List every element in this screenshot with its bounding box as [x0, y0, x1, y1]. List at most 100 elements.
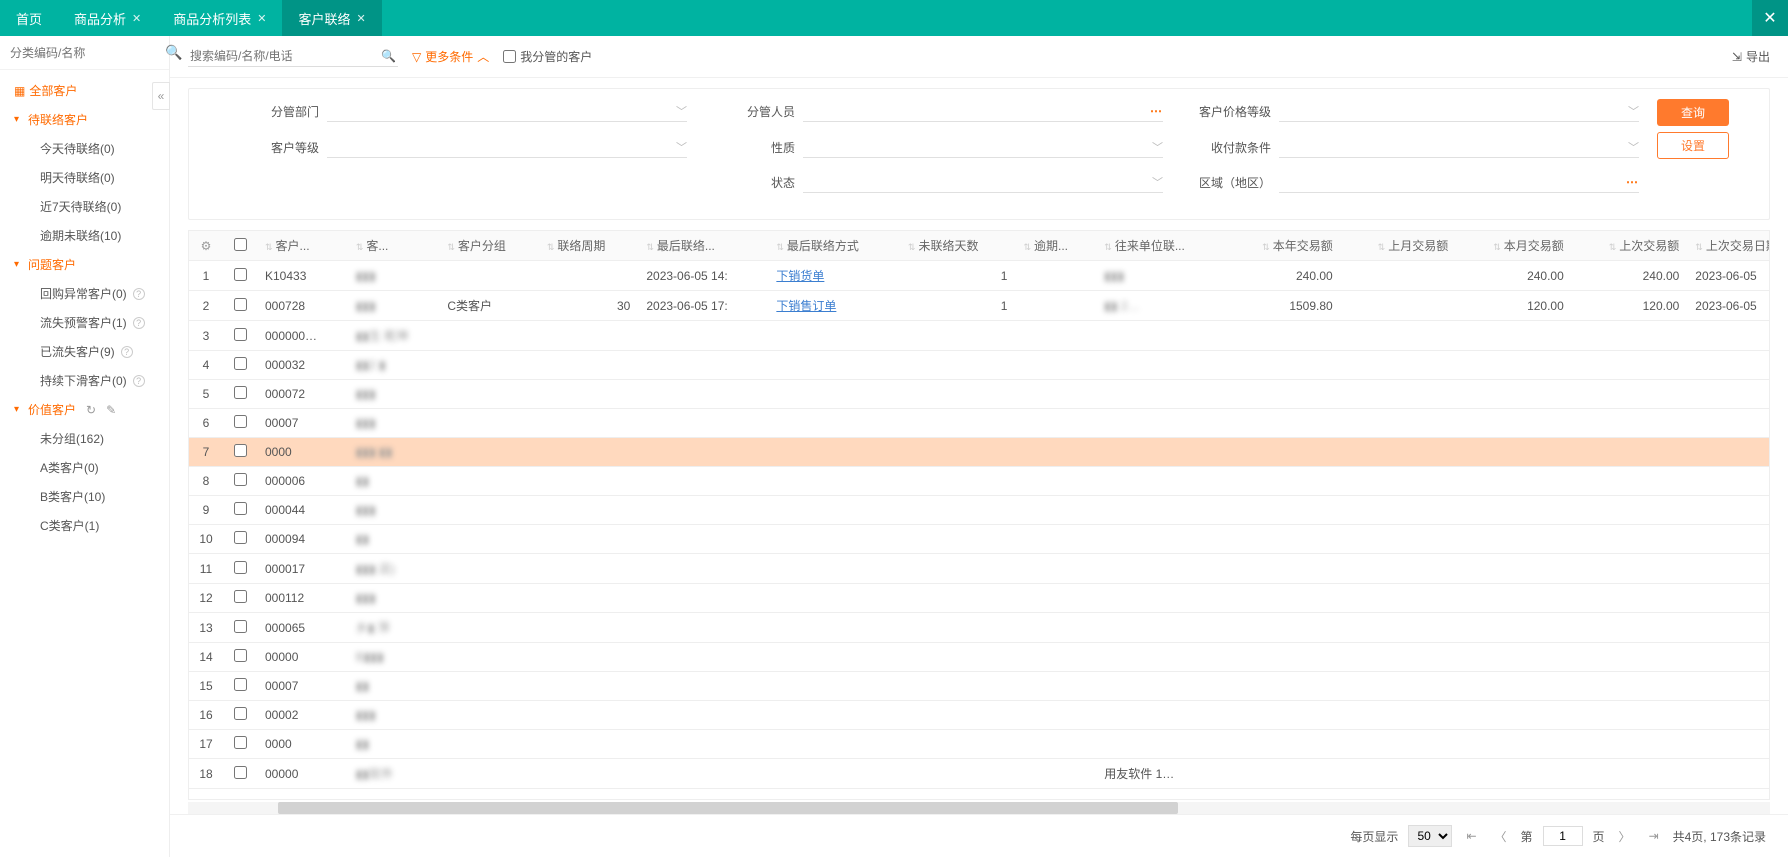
col-header[interactable]: ⚙	[189, 231, 223, 261]
page-last[interactable]: ⇥	[1645, 829, 1663, 843]
col-header[interactable]: ⇅未联络天数	[900, 231, 1016, 261]
col-header[interactable]	[223, 231, 257, 261]
col-header[interactable]: ⇅最后联络...	[638, 231, 768, 261]
row-checkbox[interactable]	[234, 678, 247, 691]
row-checkbox[interactable]	[234, 386, 247, 399]
row-checkbox[interactable]	[234, 736, 247, 749]
search-button[interactable]: 查询	[1657, 99, 1729, 126]
my-customers-checkbox[interactable]: 我分管的客户	[503, 48, 592, 65]
row-checkbox[interactable]	[234, 415, 247, 428]
select-all-checkbox[interactable]	[234, 238, 247, 251]
table-row[interactable]: 1K10433▮▮▮2023-06-05 14:下销货单1▮▮▮240.0024…	[189, 261, 1770, 291]
table-row[interactable]: 600007▮▮▮☁▤	[189, 409, 1770, 438]
tree-child[interactable]: 已流失客户(9)?	[0, 337, 169, 366]
table-row[interactable]: 170000▮▮☁▤	[189, 730, 1770, 759]
table-row[interactable]: 1400000B▮▮▮☁▤	[189, 643, 1770, 672]
col-header[interactable]: ⇅客户...	[257, 231, 348, 261]
tree-child[interactable]: 明天待联络(0)	[0, 163, 169, 192]
tree-child[interactable]: 今天待联络(0)	[0, 134, 169, 163]
page-next[interactable]: 〉	[1615, 828, 1635, 845]
tree-child[interactable]: 未分组(162)	[0, 424, 169, 453]
tree-section[interactable]: ▾价值客户↻✎	[0, 395, 169, 424]
close-icon[interactable]: ✕	[357, 12, 366, 25]
search-icon[interactable]: 🔍	[381, 49, 396, 63]
col-header[interactable]: ⇅逾期...	[1015, 231, 1096, 261]
tree-section[interactable]: ▾问题客户	[0, 250, 169, 279]
row-checkbox[interactable]	[234, 531, 247, 544]
tree-all-customers[interactable]: ▦ 全部客户	[0, 76, 169, 105]
row-checkbox[interactable]	[234, 502, 247, 515]
col-header[interactable]: ⇅最后联络方式	[768, 231, 900, 261]
table-row[interactable]: 12000112▮▮▮☁▤	[189, 584, 1770, 613]
edit-icon[interactable]: ✎	[106, 403, 116, 417]
export-button[interactable]: ⇲ 导出	[1732, 48, 1770, 65]
tree-child[interactable]: 回购异常客户(0)?	[0, 279, 169, 308]
page-first[interactable]: ⇤	[1462, 829, 1480, 843]
table-row[interactable]: 8000006▮▮☁▤	[189, 467, 1770, 496]
row-checkbox[interactable]	[234, 649, 247, 662]
table-row[interactable]: 11000017▮▮▮ 店)☁▤	[189, 554, 1770, 584]
col-header[interactable]: ⇅上次交易额	[1572, 231, 1688, 261]
row-checkbox[interactable]	[234, 268, 247, 281]
help-icon[interactable]: ?	[133, 317, 145, 329]
close-icon[interactable]: ✕	[132, 12, 141, 25]
scrollbar-thumb[interactable]	[278, 802, 1178, 814]
filter-person[interactable]: ⋯	[803, 100, 1163, 122]
tab-3[interactable]: 客户联络✕	[282, 0, 381, 36]
tree-child[interactable]: 逾期未联络(10)	[0, 221, 169, 250]
tree-child[interactable]: 流失预警客户(1)?	[0, 308, 169, 337]
row-checkbox[interactable]	[234, 357, 247, 370]
tree-child[interactable]: B类客户(10)	[0, 482, 169, 511]
sidebar-collapse-button[interactable]: «	[152, 82, 170, 110]
help-icon[interactable]: ?	[133, 375, 145, 387]
col-header[interactable]: ⇅上次交易日期	[1687, 231, 1770, 261]
table-row[interactable]: 13000065乡▮ 萍☁▤	[189, 613, 1770, 643]
table-row[interactable]: 70000▮▮▮ ▮▮☁▤	[189, 438, 1770, 467]
last-contact-way[interactable]: 下销售订单	[768, 291, 900, 321]
row-checkbox[interactable]	[234, 444, 247, 457]
filter-dept[interactable]: ﹀	[327, 100, 687, 122]
tree-section[interactable]: ▾待联络客户	[0, 105, 169, 134]
col-header[interactable]: ⇅客...	[348, 231, 439, 261]
help-icon[interactable]: ?	[133, 288, 145, 300]
gear-icon[interactable]: ⚙	[201, 239, 212, 253]
filter-status[interactable]: ﹀	[803, 171, 1163, 193]
col-header[interactable]: ⇅联络周期	[539, 231, 639, 261]
row-checkbox[interactable]	[234, 766, 247, 779]
page-prev[interactable]: 〈	[1491, 828, 1511, 845]
horizontal-scrollbar[interactable]	[188, 802, 1770, 814]
table-row[interactable]: 4000032▮▮2 ▮☁▤	[189, 351, 1770, 380]
last-contact-way[interactable]: 下销货单	[768, 261, 900, 291]
col-header[interactable]: ⇅本年交易额	[1225, 231, 1341, 261]
table-row[interactable]: 9000044▮▮▮☁▤	[189, 496, 1770, 525]
row-checkbox[interactable]	[234, 707, 247, 720]
tree-child[interactable]: A类客户(0)	[0, 453, 169, 482]
col-header[interactable]: ⇅本月交易额	[1456, 231, 1572, 261]
filter-pay-cond[interactable]: ﹀	[1279, 136, 1639, 158]
tab-0[interactable]: 首页	[0, 0, 58, 36]
row-checkbox[interactable]	[234, 620, 247, 633]
page-size-select[interactable]: 50	[1408, 825, 1452, 847]
table-row[interactable]: 1500007▮▮☁▤	[189, 672, 1770, 701]
tree-child[interactable]: 近7天待联络(0)	[0, 192, 169, 221]
tab-2[interactable]: 商品分析列表✕	[157, 0, 282, 36]
row-checkbox[interactable]	[234, 590, 247, 603]
table-row[interactable]: 2000728▮▮▮C类客户302023-06-05 17:下销售订单1▮▮ 2…	[189, 291, 1770, 321]
filter-nature[interactable]: ﹀	[803, 136, 1163, 158]
table-row[interactable]: 1600002▮▮▮☁▤	[189, 701, 1770, 730]
tab-1[interactable]: 商品分析✕	[58, 0, 157, 36]
main-search-input[interactable]	[190, 49, 375, 63]
search-icon[interactable]: 🔍	[165, 44, 182, 61]
col-header[interactable]: ⇅往来单位联...	[1096, 231, 1225, 261]
tree-child[interactable]: 持续下滑客户(0)?	[0, 366, 169, 395]
refresh-icon[interactable]: ↻	[86, 403, 96, 417]
page-number-input[interactable]	[1543, 826, 1583, 846]
row-checkbox[interactable]	[234, 561, 247, 574]
table-row[interactable]: 3000000…▮▮生 乾坤☁▤	[189, 321, 1770, 351]
tabs-close-button[interactable]: ✕	[1752, 0, 1788, 36]
col-header[interactable]: ⇅上月交易额	[1341, 231, 1457, 261]
sidebar-search-input[interactable]	[10, 46, 165, 60]
row-checkbox[interactable]	[234, 473, 247, 486]
row-checkbox[interactable]	[234, 298, 247, 311]
settings-button[interactable]: 设置	[1657, 132, 1729, 159]
